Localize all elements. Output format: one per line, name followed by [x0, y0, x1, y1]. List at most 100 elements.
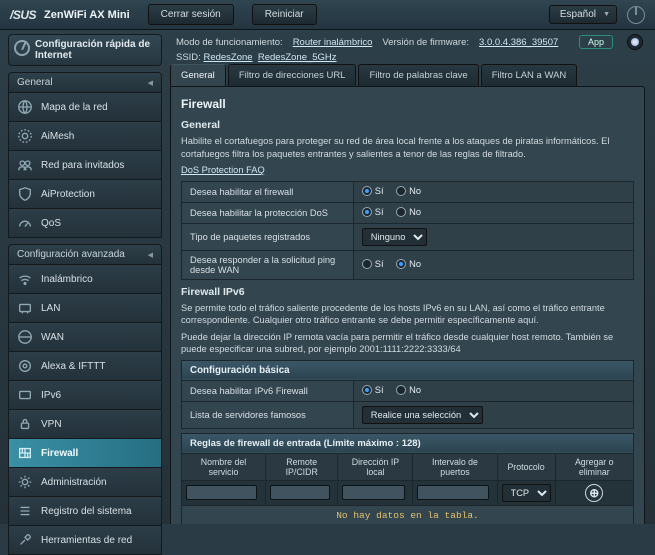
radio-enable-ipv6-no[interactable]: No [396, 385, 421, 395]
quick-setup-button[interactable]: Configuración rápida de Internet [8, 34, 162, 66]
model-name: ZenWiFi AX Mini [44, 9, 130, 21]
col-add-delete: Agregar o eliminar [555, 453, 633, 480]
sidebar-item-label: AiMesh [41, 131, 74, 142]
reboot-button[interactable]: Reiniciar [252, 4, 317, 25]
radio-ping-wan-no[interactable]: No [396, 259, 421, 269]
add-rule-button[interactable]: ⊕ [585, 484, 603, 502]
radio-enable-dos-yes[interactable]: Sí [362, 207, 384, 217]
radio-ping-wan-yes[interactable]: Sí [362, 259, 384, 269]
tab-url-filter[interactable]: Filtro de direcciones URL [228, 64, 357, 86]
ipv6-desc-1: Se permite todo el tráfico saliente proc… [181, 302, 634, 327]
shield-icon [17, 186, 33, 202]
page-title: Firewall [181, 97, 634, 111]
wifi-icon [17, 271, 33, 287]
status-indicator-icon[interactable] [627, 34, 643, 50]
app-button[interactable]: App [579, 35, 613, 49]
ssid-2-link[interactable]: RedesZone_5GHz [258, 52, 337, 63]
globe-icon [17, 99, 33, 115]
col-remote-ip: Remote IP/CIDR [265, 453, 338, 480]
input-service-name[interactable] [186, 485, 257, 500]
sidebar-section-general[interactable]: General [8, 72, 162, 93]
sidebar-item-lan[interactable]: LAN [8, 294, 162, 323]
tab-lan-wan-filter[interactable]: Filtro LAN a WAN [481, 64, 578, 86]
radio-enable-firewall-no[interactable]: No [396, 186, 421, 196]
label-enable-dos: Desea habilitar la protección DoS [182, 202, 354, 223]
quick-setup-icon [14, 40, 30, 56]
language-select[interactable]: Español [549, 5, 617, 24]
empty-table-message: No hay datos en la tabla. [182, 505, 634, 524]
radio-enable-ipv6-yes[interactable]: Sí [362, 385, 384, 395]
section-basic-config: Configuración básica [182, 360, 634, 380]
sidebar-item-label: WAN [41, 332, 64, 343]
select-logged-pkts[interactable]: Ninguno [362, 228, 427, 246]
radio-enable-dos-no[interactable]: No [396, 207, 421, 217]
quick-setup-label: Configuración rápida de Internet [35, 39, 150, 61]
select-protocol[interactable]: TCP [502, 484, 551, 502]
sidebar-item-vpn[interactable]: VPN [8, 410, 162, 439]
sidebar-item-aiprotection[interactable]: AiProtection [8, 180, 162, 209]
sidebar-item-aimesh[interactable]: AiMesh [8, 122, 162, 151]
mode-value-link[interactable]: Router inalámbrico [293, 37, 373, 48]
logout-button[interactable]: Cerrar sesión [148, 4, 234, 25]
sidebar-item-label: AiProtection [41, 189, 95, 200]
power-icon[interactable] [627, 6, 645, 24]
sidebar-item-label: Administración [41, 477, 107, 488]
sidebar-item-syslog[interactable]: Registro del sistema [8, 497, 162, 526]
sidebar-item-label: LAN [41, 303, 60, 314]
sidebar-item-label: Alexa & IFTTT [41, 361, 105, 372]
sidebar-item-ipv6[interactable]: IPv6 [8, 381, 162, 410]
radio-enable-firewall-yes[interactable]: Sí [362, 186, 384, 196]
input-port-range[interactable] [417, 485, 488, 500]
sidebar-item-label: VPN [41, 419, 62, 430]
voice-icon [17, 358, 33, 374]
sidebar-section-advanced[interactable]: Configuración avanzada [8, 244, 162, 265]
fw-label: Versión de firmware: [382, 37, 469, 48]
sidebar-item-label: IPv6 [41, 390, 61, 401]
col-service-name: Nombre del servicio [182, 453, 266, 480]
mode-label: Modo de funcionamiento: [176, 37, 283, 48]
sidebar-item-wireless[interactable]: Inalámbrico [8, 265, 162, 294]
brand-logo: /SUS [10, 8, 36, 22]
input-local-ip[interactable] [342, 485, 405, 500]
sidebar-item-label: Red para invitados [41, 160, 124, 171]
lock-icon [17, 416, 33, 432]
mesh-icon [17, 128, 33, 144]
sidebar-item-label: Firewall [41, 448, 78, 459]
input-remote-ip[interactable] [270, 485, 330, 500]
sidebar-item-admin[interactable]: Administración [8, 468, 162, 497]
sidebar-item-qos[interactable]: QoS [8, 209, 162, 238]
label-ping-wan: Desea responder a la solicitud ping desd… [182, 250, 354, 279]
sidebar-item-label: Registro del sistema [41, 506, 132, 517]
sidebar-item-label: QoS [41, 218, 61, 229]
gauge-icon [17, 215, 33, 231]
tab-general[interactable]: General [170, 64, 226, 86]
sidebar-item-alexa-ifttt[interactable]: Alexa & IFTTT [8, 352, 162, 381]
dos-faq-link[interactable]: DoS Protection FAQ [181, 165, 265, 175]
general-description: Habilite el cortafuegos para proteger su… [181, 135, 634, 160]
label-logged-pkts: Tipo de paquetes registrados [182, 223, 354, 250]
col-local-ip: Dirección IP local [338, 453, 413, 480]
users-icon [17, 157, 33, 173]
sidebar-item-guest-network[interactable]: Red para invitados [8, 151, 162, 180]
list-icon [17, 503, 33, 519]
label-enable-ipv6-fw: Desea habilitar IPv6 Firewall [182, 380, 354, 401]
ssid-label: SSID: [176, 52, 201, 63]
label-enable-firewall: Desea habilitar el firewall [182, 181, 354, 202]
sidebar-item-label: Mapa de la red [41, 102, 108, 113]
rules-table-header: Reglas de firewall de entrada (Límite má… [182, 433, 634, 453]
sidebar-item-label: Inalámbrico [41, 274, 93, 285]
gear-icon [17, 474, 33, 490]
sidebar-item-wan[interactable]: WAN [8, 323, 162, 352]
fw-value-link[interactable]: 3.0.0.4.386_39507 [479, 37, 558, 48]
col-protocol: Protocolo [497, 453, 555, 480]
ssid-1-link[interactable]: RedesZone [203, 52, 252, 63]
lan-icon [17, 300, 33, 316]
sidebar-item-network-map[interactable]: Mapa de la red [8, 93, 162, 122]
select-famous-servers[interactable]: Realice una selección [362, 406, 483, 424]
sidebar-item-nettools[interactable]: Herramientas de red [8, 526, 162, 555]
sidebar-item-label: Herramientas de red [41, 535, 132, 546]
sidebar-item-firewall[interactable]: Firewall [8, 439, 162, 468]
tab-keyword-filter[interactable]: Filtro de palabras clave [358, 64, 478, 86]
tools-icon [17, 532, 33, 548]
firewall-icon [17, 445, 33, 461]
